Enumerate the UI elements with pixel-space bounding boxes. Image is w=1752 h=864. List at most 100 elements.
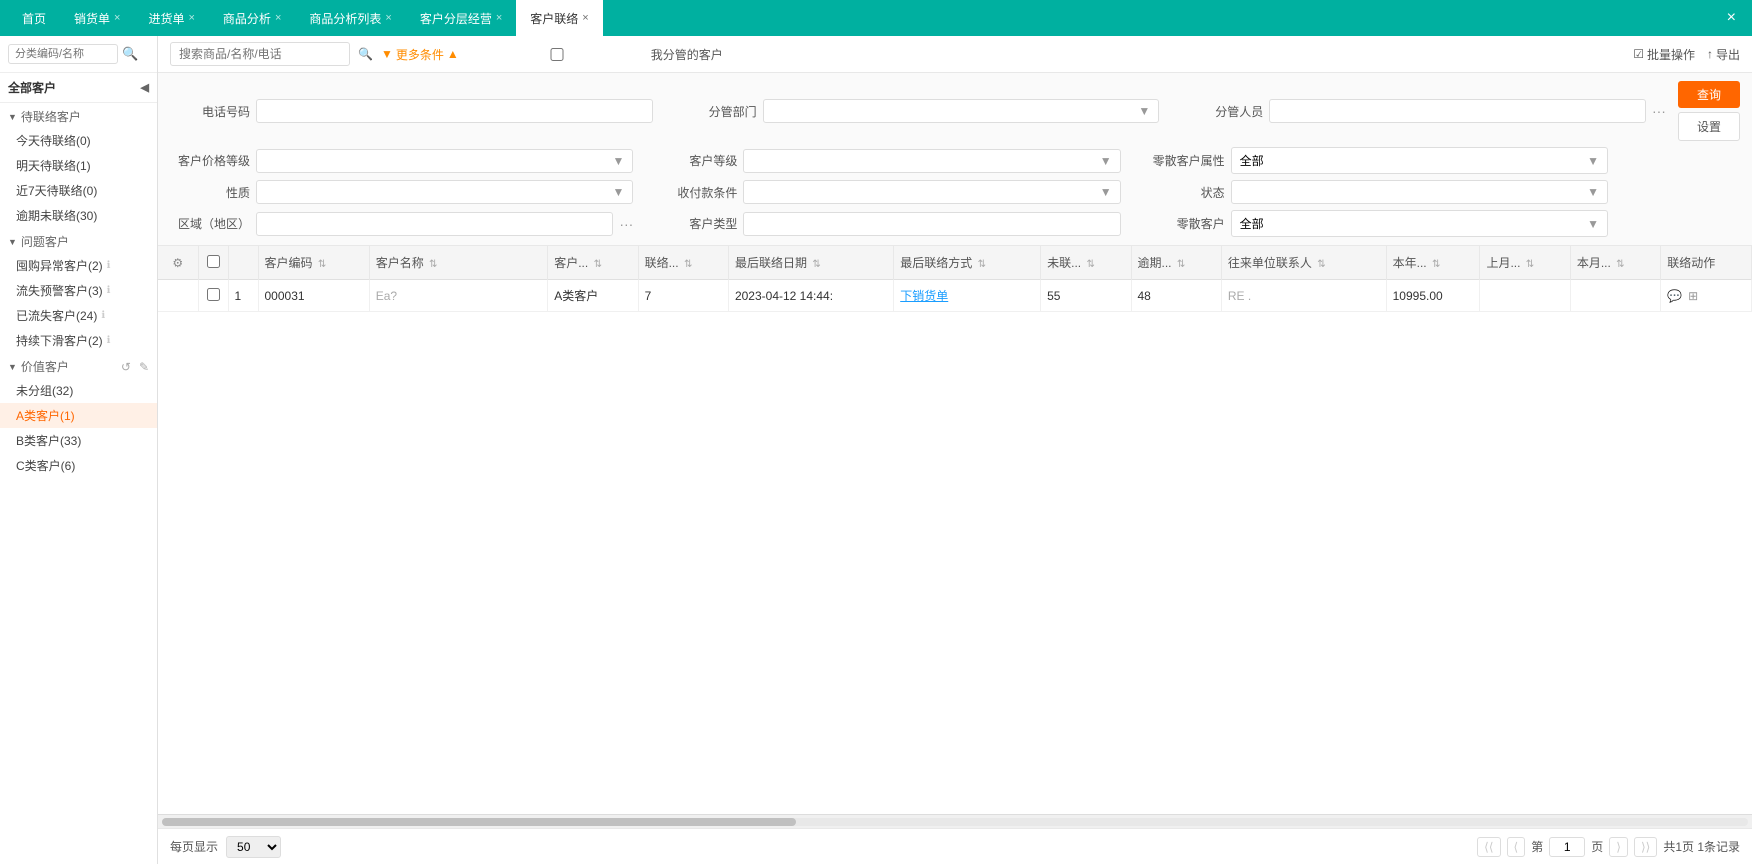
row-checkbox-cell xyxy=(198,280,228,312)
manager-dots-button[interactable]: ··· xyxy=(1652,103,1666,119)
sidebar-item-tomorrow-pending[interactable]: 明天待联络(1) xyxy=(0,153,157,178)
nature-select[interactable]: ▼ xyxy=(256,180,633,204)
sidebar-item-class-c[interactable]: C类客户(6) xyxy=(0,453,157,478)
col-last-method[interactable]: 最后联络方式 ⇅ xyxy=(894,246,1041,280)
last-page-button[interactable]: ⟩⟩ xyxy=(1634,837,1657,857)
nav-purchase-order[interactable]: 进货单 × xyxy=(134,0,208,36)
sidebar-item-today-pending[interactable]: 今天待联络(0) xyxy=(0,128,157,153)
group-arrow-value: ▼ xyxy=(8,362,17,372)
info-icon-declining: ℹ xyxy=(107,335,111,346)
nav-close-customer-segment[interactable]: × xyxy=(496,12,502,24)
col-code[interactable]: 客户编码 ⇅ xyxy=(258,246,369,280)
sidebar-collapse-button[interactable]: ◀ xyxy=(141,81,149,94)
sidebar-item-hoarding-abnormal[interactable]: 囤购异常客户(2) ℹ xyxy=(0,253,157,278)
chat-icon[interactable]: 💬 xyxy=(1667,289,1682,303)
region-dots-button[interactable]: ··· xyxy=(619,216,633,232)
col-last-month[interactable]: 上月... ⇅ xyxy=(1480,246,1570,280)
overdue-sort-icon: ⇅ xyxy=(1177,259,1185,270)
col-grade[interactable]: 客户... ⇅ xyxy=(548,246,638,280)
col-overdue[interactable]: 逾期... ⇅ xyxy=(1131,246,1221,280)
last-method-link[interactable]: 下销货单 xyxy=(900,289,948,303)
filter-cell-payment: 收付款条件 ▼ xyxy=(657,180,1120,204)
value-group-refresh-icon[interactable]: ↺ xyxy=(121,360,131,374)
filter-bar: 🔍 ▼ 更多条件 ▲ 我分管的客户 ☑ 批量操作 ↑ 导出 xyxy=(158,36,1752,73)
select-all-checkbox[interactable] xyxy=(207,255,220,268)
price-grade-select[interactable]: ▼ xyxy=(256,149,633,173)
retail-attr-select[interactable]: 全部 ▼ xyxy=(1231,147,1608,174)
status-select[interactable]: ▼ xyxy=(1231,180,1608,204)
phone-input[interactable] xyxy=(256,99,653,123)
nav-home[interactable]: 首页 xyxy=(8,0,60,36)
query-button[interactable]: 查询 xyxy=(1678,81,1740,108)
column-settings-icon[interactable]: ⚙ xyxy=(172,256,183,270)
settings-button[interactable]: 设置 xyxy=(1678,112,1740,141)
close-all-button[interactable]: × xyxy=(1719,9,1744,27)
sidebar-all-customers-header[interactable]: 全部客户 ◀ xyxy=(0,73,157,103)
last-month-sort-icon: ⇅ xyxy=(1526,259,1534,270)
col-this-year[interactable]: 本年... ⇅ xyxy=(1386,246,1480,280)
my-customer-checkbox[interactable]: 我分管的客户 xyxy=(467,46,723,63)
sidebar-group-pending[interactable]: ▼ 待联络客户 xyxy=(0,103,157,128)
search-input[interactable] xyxy=(170,42,350,66)
row-last-method-cell: 下销货单 xyxy=(894,280,1041,312)
row-checkbox[interactable] xyxy=(207,288,220,301)
sidebar-item-class-a[interactable]: A类客户(1) xyxy=(0,403,157,428)
sidebar-search-input[interactable] xyxy=(8,44,118,64)
sidebar-item-class-b[interactable]: B类客户(33) xyxy=(0,428,157,453)
sidebar-group-value[interactable]: ▼ 价值客户 ↺ ✎ xyxy=(0,353,157,378)
cust-grade-select[interactable]: ▼ xyxy=(743,149,1120,173)
nav-product-analysis-list[interactable]: 商品分析列表 × xyxy=(295,0,405,36)
sidebar-item-overdue-pending[interactable]: 逾期未联络(30) xyxy=(0,203,157,228)
prev-page-button[interactable]: ⟨ xyxy=(1507,837,1526,857)
manager-input[interactable] xyxy=(1269,99,1646,123)
sidebar-item-7day-pending[interactable]: 近7天待联络(0) xyxy=(0,178,157,203)
region-input[interactable] xyxy=(256,212,613,236)
cust-type-input[interactable] xyxy=(743,212,1120,236)
this-year-sort-icon: ⇅ xyxy=(1432,259,1440,270)
export-button[interactable]: ↑ 导出 xyxy=(1707,46,1740,63)
more-conditions-button[interactable]: ▼ 更多条件 ▲ xyxy=(381,46,459,63)
nav-customer-segment[interactable]: 客户分层经营 × xyxy=(406,0,516,36)
col-this-month[interactable]: 本月... ⇅ xyxy=(1570,246,1660,280)
page-size-select[interactable]: 50 100 200 xyxy=(226,836,281,858)
sidebar-group-problem[interactable]: ▼ 问题客户 xyxy=(0,228,157,253)
col-contact[interactable]: 联络... ⇅ xyxy=(638,246,728,280)
col-settings[interactable]: ⚙ xyxy=(158,246,198,280)
col-name[interactable]: 客户名称 ⇅ xyxy=(369,246,548,280)
retail-attr-arrow-icon: ▼ xyxy=(1587,154,1599,168)
page-number-input[interactable] xyxy=(1549,837,1585,857)
value-group-edit-icon[interactable]: ✎ xyxy=(139,360,149,374)
payment-select[interactable]: ▼ xyxy=(743,180,1120,204)
nav-close-customer-contact[interactable]: × xyxy=(582,12,588,24)
nav-close-product-analysis[interactable]: × xyxy=(275,12,281,24)
scrollbar-track[interactable] xyxy=(162,818,1748,826)
next-page-button[interactable]: ⟩ xyxy=(1609,837,1628,857)
retail-select[interactable]: 全部 ▼ xyxy=(1231,210,1608,237)
col-no-contact[interactable]: 未联... ⇅ xyxy=(1041,246,1131,280)
batch-op-button[interactable]: ☑ 批量操作 xyxy=(1633,46,1695,63)
cust-grade-label: 客户等级 xyxy=(657,152,737,169)
horizontal-scrollbar[interactable] xyxy=(158,814,1752,828)
qr-icon[interactable]: ⊞ xyxy=(1688,289,1698,303)
my-customer-check[interactable] xyxy=(467,48,647,61)
search-icon[interactable]: 🔍 xyxy=(358,47,373,61)
nav-product-analysis[interactable]: 商品分析 × xyxy=(209,0,295,36)
sidebar-item-declining[interactable]: 持续下滑客户(2) ℹ xyxy=(0,328,157,353)
nav-close-purchase-order[interactable]: × xyxy=(188,12,194,24)
col-last-date[interactable]: 最后联络日期 ⇅ xyxy=(728,246,893,280)
first-page-button[interactable]: ⟨⟨ xyxy=(1477,837,1500,857)
scrollbar-thumb[interactable] xyxy=(162,818,796,826)
nav-sales-order[interactable]: 销货单 × xyxy=(60,0,134,36)
col-unit-contact[interactable]: 往来单位联系人 ⇅ xyxy=(1221,246,1386,280)
price-grade-label: 客户价格等级 xyxy=(170,152,250,169)
nav-close-sales-order[interactable]: × xyxy=(114,12,120,24)
nav-customer-contact[interactable]: 客户联络 × xyxy=(516,0,602,36)
sidebar-item-churned[interactable]: 已流失客户(24) ℹ xyxy=(0,303,157,328)
dept-select[interactable]: ▼ xyxy=(763,99,1160,123)
nav-close-product-analysis-list[interactable]: × xyxy=(385,12,391,24)
sidebar-item-churn-warning[interactable]: 流失预警客户(3) ℹ xyxy=(0,278,157,303)
sidebar-item-unclassified[interactable]: 未分组(32) xyxy=(0,378,157,403)
sidebar-search-icon[interactable]: 🔍 xyxy=(122,46,138,62)
row-grade-cell: A类客户 xyxy=(548,280,638,312)
row-this-year-cell: 10995.00 xyxy=(1386,280,1480,312)
